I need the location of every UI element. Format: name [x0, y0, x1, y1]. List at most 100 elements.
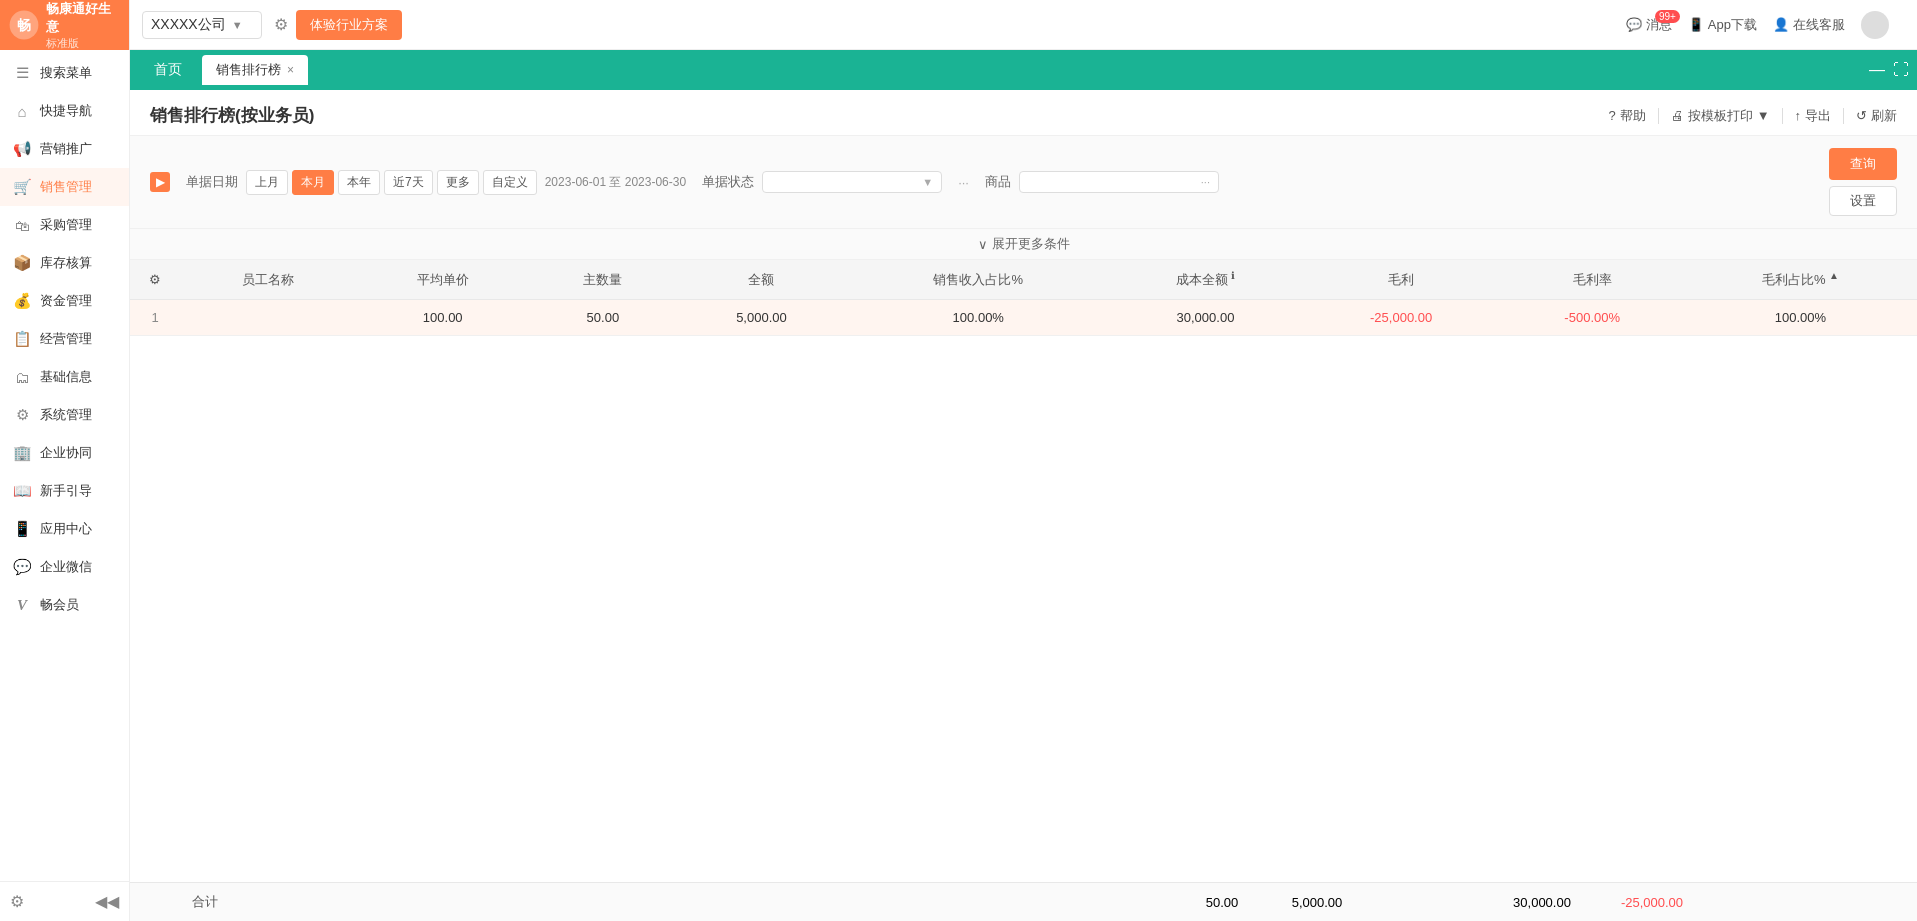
footer-cost: 30,000.00 — [1487, 895, 1597, 910]
page-header-actions: ? 帮助 🖨 按模板打印 ▼ ↑ 导出 ↺ 刷新 — [1608, 107, 1897, 125]
sidebar-item-wechat[interactable]: 💬 企业微信 — [0, 548, 129, 586]
date-filter-label: 单据日期 — [186, 173, 238, 191]
sidebar-item-label: 畅会员 — [40, 596, 79, 614]
col-sales-pct: 销售收入占比% — [847, 260, 1109, 300]
member-icon: V — [12, 597, 32, 614]
page-content: 销售排行榜(按业务员) ? 帮助 🖨 按模板打印 ▼ ↑ 导出 — [130, 90, 1917, 921]
main-area: XXXXX公司 ▼ ⚙ 体验行业方案 💬 消息 99+ 📱 App下载 👤 在线… — [130, 0, 1917, 921]
sidebar-item-app-center[interactable]: 📱 应用中心 — [0, 510, 129, 548]
logo-text: 畅康通好生意 — [46, 0, 121, 36]
sidebar-nav: ☰ 搜索菜单 ⌂ 快捷导航 📢 营销推广 🛒 销售管理 🛍 采购管理 📦 库存核… — [0, 50, 129, 881]
online-service-label: 在线客服 — [1793, 16, 1845, 34]
print-icon: 🖨 — [1671, 108, 1684, 123]
purchase-icon: 🛍 — [12, 217, 32, 234]
last-7-days-btn[interactable]: 近7天 — [384, 170, 433, 195]
finance-icon: 💰 — [12, 292, 32, 310]
help-label: 帮助 — [1620, 107, 1646, 125]
this-month-btn[interactable]: 本月 — [292, 170, 334, 195]
date-filter-group: 单据日期 上月 本月 本年 近7天 更多 自定义 2023-06-01 至 20… — [186, 170, 686, 195]
refresh-button[interactable]: ↺ 刷新 — [1856, 107, 1897, 125]
app-download-button[interactable]: 📱 App下载 — [1688, 16, 1757, 34]
sidebar-item-search-order[interactable]: ☰ 搜索菜单 — [0, 54, 129, 92]
help-button[interactable]: ? 帮助 — [1608, 107, 1645, 125]
prev-month-btn[interactable]: 上月 — [246, 170, 288, 195]
sidebar-item-enterprise[interactable]: 🏢 企业协同 — [0, 434, 129, 472]
basicinfo-icon: 🗂 — [12, 369, 32, 386]
this-year-btn[interactable]: 本年 — [338, 170, 380, 195]
service-icon: 👤 — [1773, 17, 1789, 32]
filter-bar: ▶ 单据日期 上月 本月 本年 近7天 更多 自定义 2023-06-01 至 … — [130, 136, 1917, 229]
operation-icon: 📋 — [12, 330, 32, 348]
footer-total-label: 合计 — [192, 894, 218, 909]
notification-icon: 💬 — [1626, 17, 1642, 32]
cell-sales-pct: 100.00% — [847, 300, 1109, 336]
sidebar-settings-button[interactable]: ⚙ — [10, 892, 24, 911]
sidebar-collapse-button[interactable]: ◀◀ — [95, 892, 119, 911]
tab-minimize-icon[interactable]: — — [1869, 61, 1885, 79]
filter-more-icon[interactable]: ··· — [958, 175, 969, 190]
goods-select[interactable]: ··· — [1019, 171, 1219, 193]
footer-qty: 50.00 — [1177, 895, 1267, 910]
cell-amount: 5,000.00 — [675, 300, 847, 336]
company-selector[interactable]: XXXXX公司 ▼ — [142, 11, 262, 39]
topbar-settings-icon[interactable]: ⚙ — [274, 15, 288, 34]
notification-badge: 99+ — [1655, 10, 1680, 23]
trial-button[interactable]: 体验行业方案 — [296, 10, 402, 40]
table-footer: 合计 50.00 5,000.00 30,000.00 -25,000.00 — [130, 882, 1917, 921]
cell-avg-price: 100.00 — [355, 300, 530, 336]
more-date-btn[interactable]: 更多 — [437, 170, 479, 195]
sidebar-item-label: 资金管理 — [40, 292, 92, 310]
footer-label: 合计 — [180, 893, 1077, 911]
tab-fullscreen-icon[interactable]: ⛶ — [1893, 61, 1909, 79]
svg-text:畅: 畅 — [17, 17, 31, 33]
cell-name — [180, 300, 355, 336]
sidebar-item-finance[interactable]: 💰 资金管理 — [0, 282, 129, 320]
sidebar-item-marketing[interactable]: 📢 营销推广 — [0, 130, 129, 168]
data-table: ⚙ 员工名称 平均单价 主数量 全额 销售收入占比% 成本全额 ℹ 毛利 毛利率… — [130, 260, 1917, 336]
tab-close-icon[interactable]: × — [287, 63, 294, 77]
refresh-label: 刷新 — [1871, 107, 1897, 125]
col-profit-pct: 毛利占比% ▲ — [1684, 260, 1917, 300]
sidebar-item-label: 基础信息 — [40, 368, 92, 386]
guide-icon: 📖 — [12, 482, 32, 500]
topbar-right: 💬 消息 99+ 📱 App下载 👤 在线客服 — [1626, 11, 1905, 39]
sidebar-item-guide[interactable]: 📖 新手引导 — [0, 472, 129, 510]
divider-2 — [1782, 108, 1783, 124]
sidebar-item-system[interactable]: ⚙ 系统管理 — [0, 396, 129, 434]
col-amount: 全额 — [675, 260, 847, 300]
expand-more-button[interactable]: ∨ 展开更多条件 — [978, 235, 1070, 253]
sidebar-item-operation[interactable]: 📋 经营管理 — [0, 320, 129, 358]
app-download-icon: 📱 — [1688, 17, 1704, 32]
tab-sales-rank[interactable]: 销售排行榜 × — [202, 55, 308, 85]
avatar[interactable] — [1861, 11, 1889, 39]
status-select[interactable]: ▼ — [762, 171, 942, 193]
notification-button[interactable]: 💬 消息 99+ — [1626, 16, 1672, 34]
sidebar-item-purchase[interactable]: 🛍 采购管理 — [0, 206, 129, 244]
sidebar-item-label: 库存核算 — [40, 254, 92, 272]
settings-button[interactable]: 设置 — [1829, 186, 1897, 216]
query-button[interactable]: 查询 — [1829, 148, 1897, 180]
date-filter-buttons: 上月 本月 本年 近7天 更多 自定义 — [246, 170, 537, 195]
online-service-button[interactable]: 👤 在线客服 — [1773, 16, 1845, 34]
home-icon: ⌂ — [12, 103, 32, 120]
sidebar-item-label: 应用中心 — [40, 520, 92, 538]
sidebar-item-label: 企业协同 — [40, 444, 92, 462]
export-button[interactable]: ↑ 导出 — [1795, 107, 1832, 125]
tabbar: 首页 销售排行榜 × — ⛶ — [130, 50, 1917, 90]
sidebar-item-basic-info[interactable]: 🗂 基础信息 — [0, 358, 129, 396]
sidebar-item-quick-nav[interactable]: ⌂ 快捷导航 — [0, 92, 129, 130]
date-range-display: 2023-06-01 至 2023-06-30 — [545, 174, 686, 191]
sidebar-item-label: 搜索菜单 — [40, 64, 92, 82]
print-button[interactable]: 🖨 按模板打印 ▼ — [1671, 107, 1770, 125]
col-cost: 成本全额 ℹ — [1109, 260, 1302, 300]
tab-home[interactable]: 首页 — [138, 53, 198, 87]
cell-index: 1 — [130, 300, 180, 336]
filter-collapse-button[interactable]: ▶ — [150, 172, 170, 192]
sidebar-item-member[interactable]: V 畅会员 — [0, 586, 129, 624]
sidebar-item-sales[interactable]: 🛒 销售管理 — [0, 168, 129, 206]
sidebar-item-inventory[interactable]: 📦 库存核算 — [0, 244, 129, 282]
export-label: 导出 — [1805, 107, 1831, 125]
print-label: 按模板打印 — [1688, 107, 1753, 125]
custom-date-btn[interactable]: 自定义 — [483, 170, 537, 195]
footer-profit: -25,000.00 — [1597, 895, 1707, 910]
